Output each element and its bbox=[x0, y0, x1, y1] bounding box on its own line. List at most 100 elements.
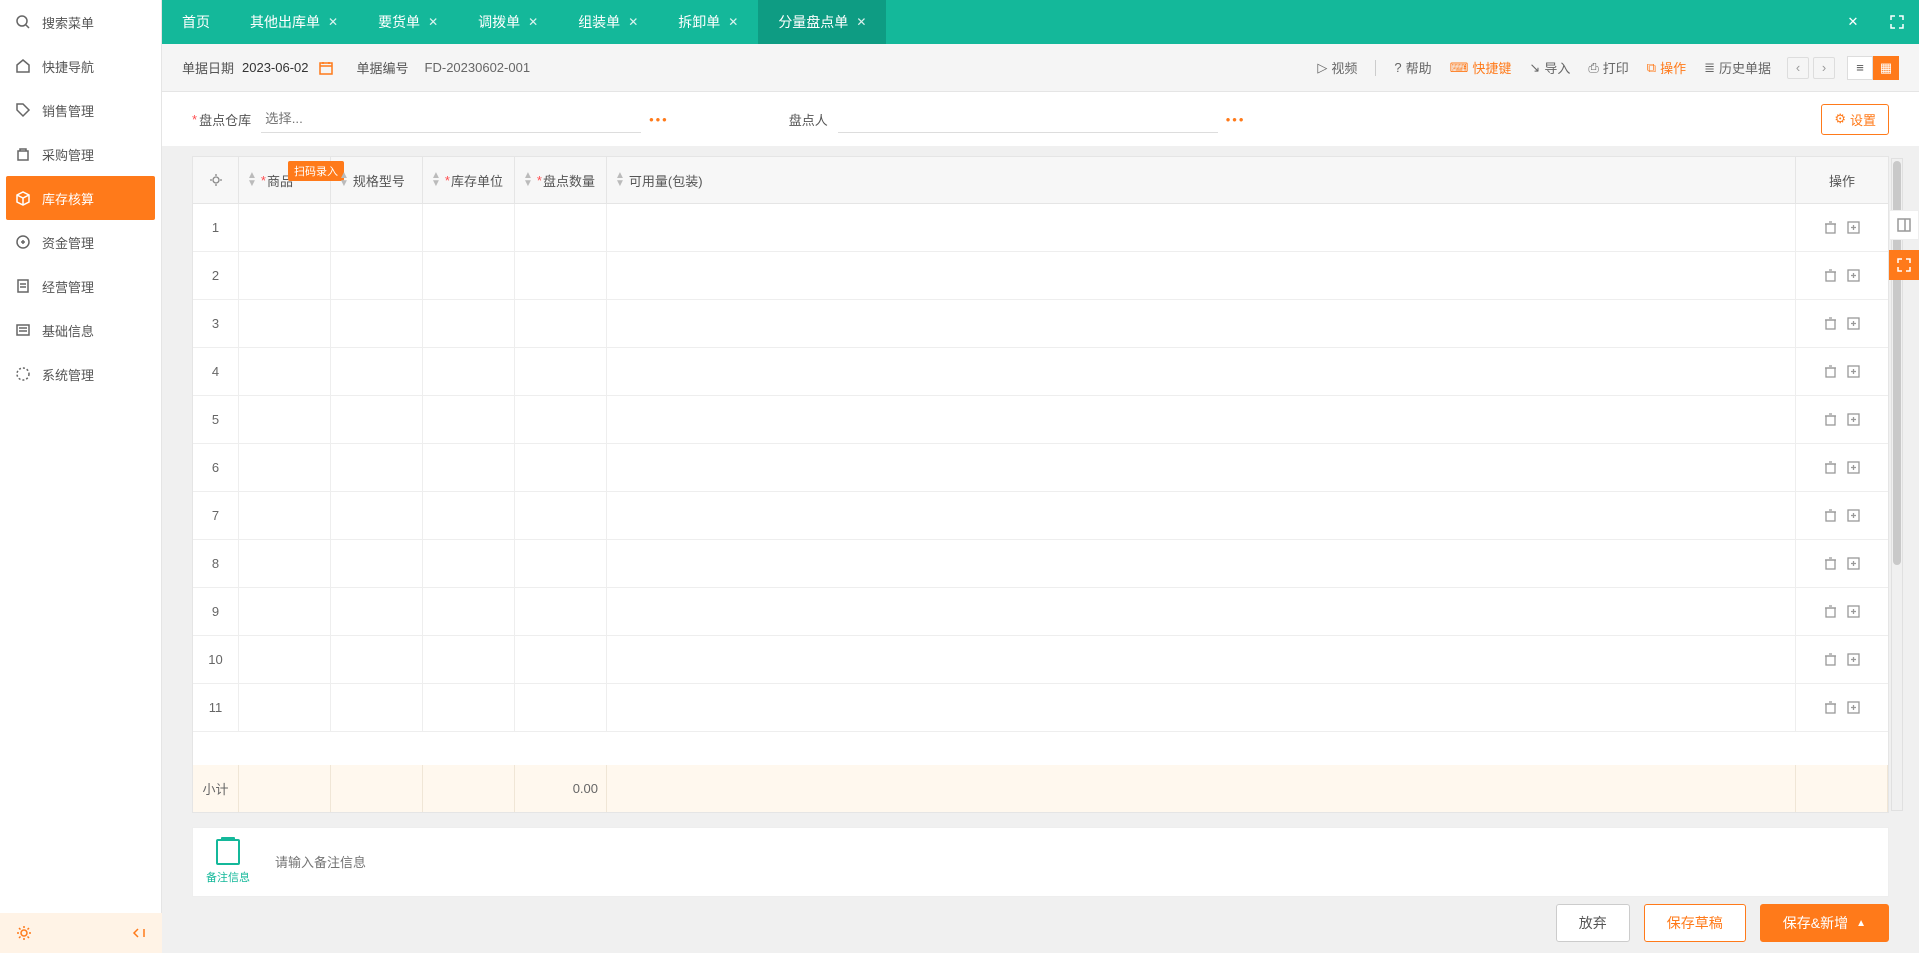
col-config[interactable] bbox=[193, 157, 239, 203]
cell-spec[interactable] bbox=[331, 348, 423, 395]
cell-qty[interactable] bbox=[515, 492, 607, 539]
table-row[interactable]: 11 bbox=[193, 684, 1888, 732]
cell-unit[interactable] bbox=[423, 300, 515, 347]
delete-row-icon[interactable] bbox=[1824, 221, 1837, 234]
sidebar-item-inventory[interactable]: 库存核算 bbox=[6, 176, 155, 220]
cell-unit[interactable] bbox=[423, 444, 515, 491]
window-fullscreen-icon[interactable] bbox=[1875, 0, 1919, 44]
view-list-button[interactable]: ≡ bbox=[1847, 56, 1873, 80]
cell-qty[interactable] bbox=[515, 348, 607, 395]
sidebar-item-basic[interactable]: 基础信息 bbox=[0, 308, 161, 352]
lookup-icon[interactable]: ••• bbox=[649, 112, 669, 127]
cell-unit[interactable] bbox=[423, 204, 515, 251]
close-icon[interactable]: ✕ bbox=[428, 15, 438, 29]
cell-product[interactable] bbox=[239, 492, 331, 539]
toolbar-ops[interactable]: ⧉操作 bbox=[1647, 58, 1686, 77]
cell-qty[interactable] bbox=[515, 588, 607, 635]
tab-assembly[interactable]: 组装单✕ bbox=[558, 0, 658, 44]
delete-row-icon[interactable] bbox=[1824, 317, 1837, 330]
cell-product[interactable] bbox=[239, 300, 331, 347]
discard-button[interactable]: 放弃 bbox=[1556, 904, 1630, 942]
cell-spec[interactable] bbox=[331, 636, 423, 683]
delete-row-icon[interactable] bbox=[1824, 605, 1837, 618]
delete-row-icon[interactable] bbox=[1824, 269, 1837, 282]
cell-available[interactable] bbox=[607, 636, 1796, 683]
sidebar-item-sales[interactable]: 销售管理 bbox=[0, 88, 161, 132]
cell-available[interactable] bbox=[607, 348, 1796, 395]
cell-spec[interactable] bbox=[331, 204, 423, 251]
cell-spec[interactable] bbox=[331, 684, 423, 731]
add-row-icon[interactable] bbox=[1847, 413, 1860, 426]
cell-qty[interactable] bbox=[515, 684, 607, 731]
tab-requisition[interactable]: 要货单✕ bbox=[358, 0, 458, 44]
cell-available[interactable] bbox=[607, 588, 1796, 635]
toolbar-print[interactable]: ⎙打印 bbox=[1588, 58, 1628, 77]
add-row-icon[interactable] bbox=[1847, 605, 1860, 618]
person-input[interactable] bbox=[838, 105, 1218, 133]
cell-qty[interactable] bbox=[515, 396, 607, 443]
cell-qty[interactable] bbox=[515, 300, 607, 347]
col-unit[interactable]: ▲▼*库存单位 bbox=[423, 157, 515, 203]
sidebar-item-business[interactable]: 经营管理 bbox=[0, 264, 161, 308]
cell-available[interactable] bbox=[607, 204, 1796, 251]
cell-available[interactable] bbox=[607, 396, 1796, 443]
add-row-icon[interactable] bbox=[1847, 365, 1860, 378]
save-draft-button[interactable]: 保存草稿 bbox=[1644, 904, 1746, 942]
cell-available[interactable] bbox=[607, 684, 1796, 731]
sidebar-item-purchase[interactable]: 采购管理 bbox=[0, 132, 161, 176]
add-row-icon[interactable] bbox=[1847, 269, 1860, 282]
col-product[interactable]: ▲▼*商品扫码录入 bbox=[239, 157, 331, 203]
toolbar-history[interactable]: ≣历史单据 bbox=[1704, 58, 1771, 77]
tab-partial-count[interactable]: 分量盘点单✕ bbox=[758, 0, 886, 44]
close-icon[interactable]: ✕ bbox=[328, 15, 338, 29]
cell-spec[interactable] bbox=[331, 540, 423, 587]
float-expand-button[interactable] bbox=[1889, 250, 1919, 280]
cell-product[interactable] bbox=[239, 348, 331, 395]
close-icon[interactable]: ✕ bbox=[528, 15, 538, 29]
sidebar-item-finance[interactable]: 资金管理 bbox=[0, 220, 161, 264]
float-panel-button[interactable] bbox=[1889, 210, 1919, 240]
cell-product[interactable] bbox=[239, 540, 331, 587]
add-row-icon[interactable] bbox=[1847, 557, 1860, 570]
col-available[interactable]: ▲▼可用量(包装) bbox=[607, 157, 1796, 203]
calendar-icon[interactable] bbox=[319, 61, 333, 75]
delete-row-icon[interactable] bbox=[1824, 509, 1837, 522]
cell-product[interactable] bbox=[239, 684, 331, 731]
cell-available[interactable] bbox=[607, 444, 1796, 491]
toolbar-video[interactable]: ▷视频 bbox=[1317, 58, 1357, 77]
sidebar-item-system[interactable]: 系统管理 bbox=[0, 352, 161, 396]
cell-qty[interactable] bbox=[515, 636, 607, 683]
tab-home[interactable]: 首页 bbox=[162, 0, 230, 44]
table-row[interactable]: 7 bbox=[193, 492, 1888, 540]
table-row[interactable]: 4 bbox=[193, 348, 1888, 396]
delete-row-icon[interactable] bbox=[1824, 701, 1837, 714]
tab-disassembly[interactable]: 拆卸单✕ bbox=[658, 0, 758, 44]
cell-product[interactable] bbox=[239, 636, 331, 683]
add-row-icon[interactable] bbox=[1847, 653, 1860, 666]
cell-unit[interactable] bbox=[423, 492, 515, 539]
cell-unit[interactable] bbox=[423, 396, 515, 443]
table-row[interactable]: 3 bbox=[193, 300, 1888, 348]
col-spec[interactable]: ▲▼规格型号 bbox=[331, 157, 423, 203]
table-row[interactable]: 6 bbox=[193, 444, 1888, 492]
warehouse-input[interactable] bbox=[261, 105, 641, 133]
delete-row-icon[interactable] bbox=[1824, 413, 1837, 426]
cell-unit[interactable] bbox=[423, 540, 515, 587]
save-and-add-button[interactable]: 保存&新增▲ bbox=[1760, 904, 1889, 942]
delete-row-icon[interactable] bbox=[1824, 461, 1837, 474]
cell-product[interactable] bbox=[239, 444, 331, 491]
close-icon[interactable]: ✕ bbox=[728, 15, 738, 29]
cell-product[interactable] bbox=[239, 204, 331, 251]
cell-spec[interactable] bbox=[331, 396, 423, 443]
table-row[interactable]: 1 bbox=[193, 204, 1888, 252]
add-row-icon[interactable] bbox=[1847, 221, 1860, 234]
tab-transfer[interactable]: 调拨单✕ bbox=[458, 0, 558, 44]
cell-qty[interactable] bbox=[515, 444, 607, 491]
delete-row-icon[interactable] bbox=[1824, 557, 1837, 570]
collapse-sidebar-icon[interactable] bbox=[130, 927, 146, 939]
cell-product[interactable] bbox=[239, 252, 331, 299]
col-qty[interactable]: ▲▼*盘点数量 bbox=[515, 157, 607, 203]
close-icon[interactable]: ✕ bbox=[628, 15, 638, 29]
cell-unit[interactable] bbox=[423, 684, 515, 731]
cell-unit[interactable] bbox=[423, 252, 515, 299]
